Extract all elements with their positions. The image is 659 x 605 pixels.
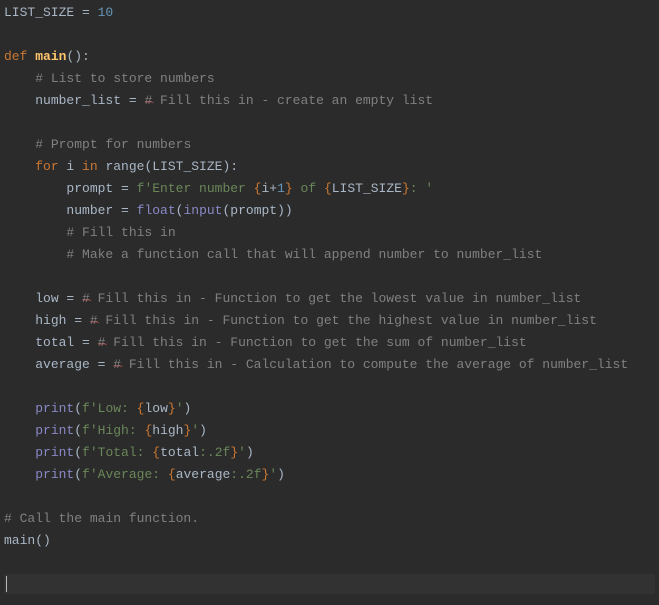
builtin-print: print (35, 401, 74, 416)
expr: high (152, 423, 183, 438)
loop-var: i (59, 159, 82, 174)
builtin-print: print (35, 445, 74, 460)
comment: # Fill this in (66, 225, 175, 240)
expr: LIST_SIZE (332, 181, 402, 196)
assign: high = (35, 313, 90, 328)
assign: prompt = (66, 181, 136, 196)
code-editor[interactable]: LIST_SIZE = 10 def main(): # List to sto… (4, 2, 655, 552)
fstring-open: f'Total: (82, 445, 152, 460)
comment: # Fill this in - Calculation to compute … (113, 357, 628, 372)
comment: # Fill this in - Function to get the low… (82, 291, 581, 306)
brace-icon: { (168, 467, 176, 482)
paren: (): (66, 49, 89, 64)
kw-def: def (4, 49, 27, 64)
kw-in: in (82, 159, 98, 174)
paren: ( (74, 467, 82, 482)
fstring-open: f'Enter number (137, 181, 254, 196)
fmt: :.2f (199, 445, 230, 460)
fmt: :.2f (230, 467, 261, 482)
expr: average (176, 467, 231, 482)
brace-icon: } (168, 401, 176, 416)
cursor-icon (6, 576, 7, 592)
brace-icon: { (324, 181, 332, 196)
range-call: range(LIST_SIZE): (98, 159, 238, 174)
arg: prompt (230, 203, 277, 218)
fstring-open: f'Low: (82, 401, 137, 416)
fstring-open: f'Average: (82, 467, 168, 482)
fn-main: main (35, 49, 66, 64)
paren: ) (184, 401, 192, 416)
comment: # Make a function call that will append … (66, 247, 542, 262)
assign: total = (35, 335, 97, 350)
assign: low = (35, 291, 82, 306)
active-line-highlight (4, 574, 655, 594)
comment: # Fill this in - Function to get the hig… (90, 313, 597, 328)
assign: number = (66, 203, 136, 218)
builtin-print: print (35, 467, 74, 482)
str-mid: of (293, 181, 324, 196)
const-name: LIST_SIZE (4, 5, 74, 20)
brace-icon: { (152, 445, 160, 460)
assign: average = (35, 357, 113, 372)
num: 1 (277, 181, 285, 196)
comment: # Fill this in - create an empty list (144, 93, 433, 108)
paren: ) (199, 423, 207, 438)
op-eq: = (74, 5, 97, 20)
str-end: ' (176, 401, 184, 416)
kw-for: for (35, 159, 58, 174)
brace-icon: } (230, 445, 238, 460)
comment: # Fill this in - Function to get the sum… (98, 335, 527, 350)
brace-icon: } (285, 181, 293, 196)
fstring-open: f'High: (82, 423, 144, 438)
paren: ( (74, 445, 82, 460)
paren: )) (277, 203, 293, 218)
expr: low (144, 401, 167, 416)
num-literal: 10 (98, 5, 114, 20)
brace-icon: } (402, 181, 410, 196)
str-end: : ' (410, 181, 433, 196)
paren: ( (74, 423, 82, 438)
paren: ) (246, 445, 254, 460)
str-end: ' (191, 423, 199, 438)
paren: ) (277, 467, 285, 482)
expr: i+ (261, 181, 277, 196)
comment: # Call the main function. (4, 511, 199, 526)
builtin-print: print (35, 423, 74, 438)
builtin-float: float (137, 203, 176, 218)
assign: number_list = (35, 93, 144, 108)
comment: # Prompt for numbers (35, 137, 191, 152)
comment: # List to store numbers (35, 71, 214, 86)
paren: ( (74, 401, 82, 416)
builtin-input: input (183, 203, 222, 218)
str-end: ' (238, 445, 246, 460)
main-call: main() (4, 533, 51, 548)
str-end: ' (269, 467, 277, 482)
expr: total (160, 445, 199, 460)
